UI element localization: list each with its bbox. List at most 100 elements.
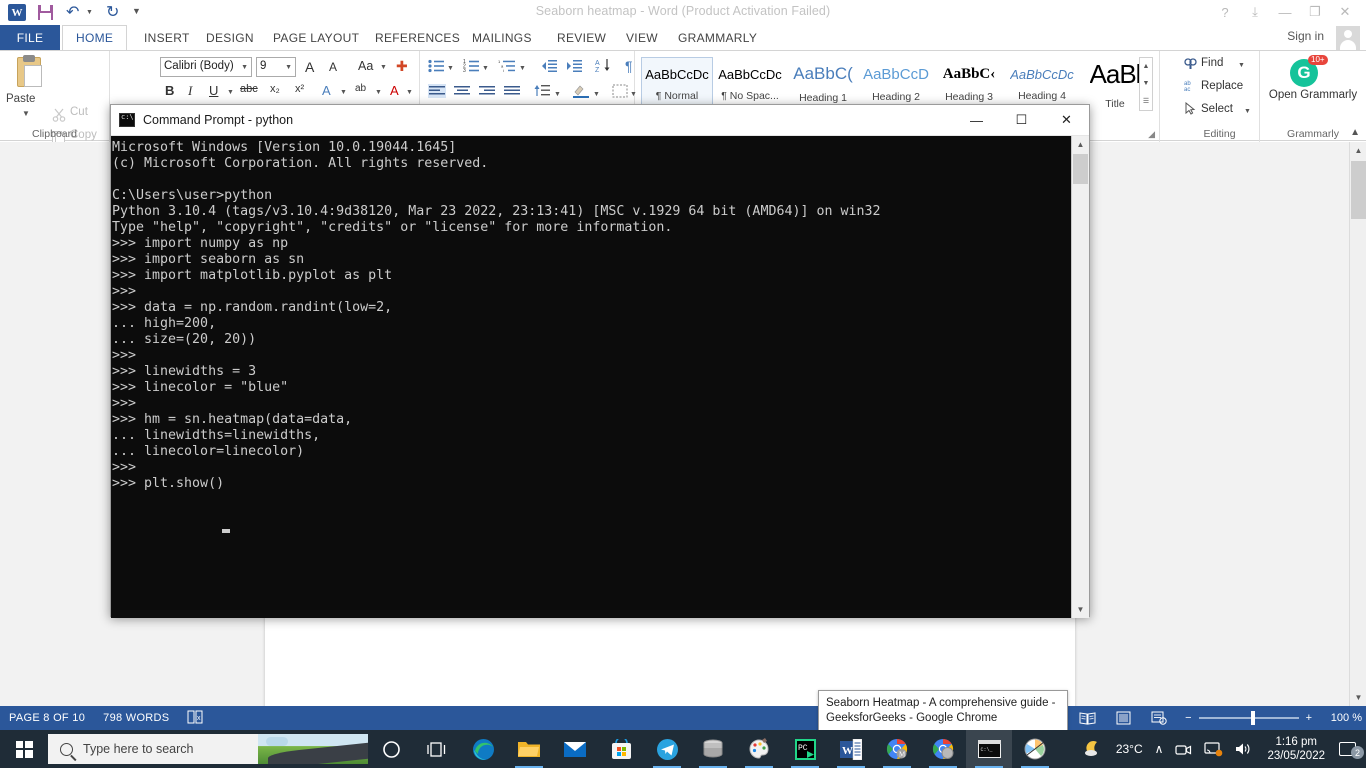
highlight-icon[interactable]: ab xyxy=(355,83,366,94)
grow-font-icon[interactable]: A xyxy=(305,59,314,75)
strikethrough-button[interactable]: abc xyxy=(240,83,258,95)
zoom-out-button[interactable]: − xyxy=(1185,712,1191,724)
sort-icon[interactable]: AZ xyxy=(595,58,611,73)
find-icon[interactable] xyxy=(1184,57,1197,70)
styles-more-icon[interactable]: ☰ xyxy=(1143,97,1149,105)
style-heading-2[interactable]: AaBbCcD Heading 2 xyxy=(860,57,932,111)
line-spacing-icon[interactable] xyxy=(533,84,551,98)
screencast-icon[interactable] xyxy=(1198,741,1229,757)
proofing-errors-icon[interactable]: x xyxy=(178,710,212,727)
paste-button[interactable]: Paste xyxy=(6,93,35,105)
tab-home[interactable]: HOME xyxy=(62,25,128,50)
chevron-down-icon[interactable]: ▼ xyxy=(241,64,248,71)
tab-references[interactable]: REFERENCES xyxy=(362,25,473,50)
clear-formatting-icon[interactable]: ✚ xyxy=(396,58,408,75)
restore-button[interactable]: ❐ xyxy=(1300,2,1330,22)
taskbar-item-matplotlib[interactable] xyxy=(1012,730,1058,768)
multilevel-list-icon[interactable]: 1 a i xyxy=(498,59,516,73)
scroll-down-icon[interactable]: ▼ xyxy=(1350,689,1366,706)
italic-button[interactable]: I xyxy=(188,83,192,99)
sign-in-link[interactable]: Sign in xyxy=(1287,29,1324,43)
show-formatting-marks-icon[interactable]: ¶ xyxy=(625,58,633,74)
minimize-button[interactable]: — xyxy=(1270,2,1300,22)
tab-review[interactable]: REVIEW xyxy=(544,25,619,50)
numbering-icon[interactable]: 1 2 3 xyxy=(463,59,479,73)
taskbar-item-microsoft-store[interactable] xyxy=(598,730,644,768)
taskbar-item-command-prompt[interactable]: C:\_ xyxy=(966,730,1012,768)
tab-insert[interactable]: INSERT xyxy=(131,25,203,50)
taskbar-item-chrome-1[interactable]: M xyxy=(874,730,920,768)
taskbar-item-telegram[interactable] xyxy=(644,730,690,768)
style-heading-3[interactable]: AaBbC‹ Heading 3 xyxy=(933,57,1005,111)
find-button[interactable]: Find xyxy=(1201,57,1223,69)
style-normal[interactable]: AaBbCcDc ¶ Normal xyxy=(641,57,713,111)
change-case-icon[interactable]: Aa xyxy=(358,59,373,73)
align-right-icon[interactable] xyxy=(478,84,496,98)
cmd-maximize-button[interactable]: ☐ xyxy=(999,105,1044,135)
help-button[interactable]: ? xyxy=(1210,2,1240,22)
volume-icon[interactable] xyxy=(1229,741,1259,757)
tab-grammarly[interactable]: GRAMMARLY xyxy=(665,25,770,50)
temperature-label[interactable]: 23°C xyxy=(1110,742,1149,756)
cmd-close-button[interactable]: ✕ xyxy=(1044,105,1089,135)
chevron-down-icon[interactable]: ▼ xyxy=(285,64,292,71)
style-heading-1[interactable]: AaBbC( Heading 1 xyxy=(787,57,859,111)
select-dropdown-icon[interactable]: ▼ xyxy=(1244,108,1256,115)
style-no-spacing[interactable]: AaBbCcDc ¶ No Spac... xyxy=(714,57,786,111)
replace-icon[interactable]: abac xyxy=(1184,79,1197,92)
command-prompt-window[interactable]: Command Prompt - python — ☐ ✕ Microsoft … xyxy=(110,104,1090,618)
action-center-button[interactable]: 2 xyxy=(1333,742,1366,759)
zoom-control[interactable]: − + xyxy=(1177,711,1320,725)
cmd-console-body[interactable]: Microsoft Windows [Version 10.0.19044.16… xyxy=(111,136,1089,618)
font-color-dropdown-icon[interactable]: ▼ xyxy=(406,89,416,96)
underline-button[interactable]: U xyxy=(209,83,218,98)
chevron-up-icon[interactable]: ▲ xyxy=(1143,63,1150,70)
taskbar-item-chrome-2[interactable] xyxy=(920,730,966,768)
tab-design[interactable]: DESIGN xyxy=(193,25,267,50)
taskbar-item-file-explorer[interactable] xyxy=(506,730,552,768)
scroll-down-icon[interactable]: ▼ xyxy=(1072,601,1089,618)
page-indicator[interactable]: PAGE 8 OF 10 xyxy=(0,712,94,724)
taskbar-item-microsoft-edge[interactable] xyxy=(460,730,506,768)
zoom-slider-thumb[interactable] xyxy=(1250,711,1255,725)
font-color-icon[interactable]: A xyxy=(390,83,399,98)
chevron-down-icon[interactable]: ▼ xyxy=(1143,80,1150,87)
style-heading-4[interactable]: AaBbCcDc Heading 4 xyxy=(1006,57,1078,111)
tab-mailings[interactable]: MAILINGS xyxy=(459,25,545,50)
open-grammarly-button[interactable]: Open Grammarly xyxy=(1260,89,1366,102)
camera-icon[interactable] xyxy=(1169,742,1198,757)
align-center-icon[interactable] xyxy=(453,84,471,98)
search-input[interactable]: Type here to search xyxy=(48,734,368,764)
show-hidden-icons-button[interactable]: ∧ xyxy=(1149,742,1170,756)
shading-icon[interactable] xyxy=(572,84,590,98)
paste-dropdown-icon[interactable]: ▼ xyxy=(22,109,30,118)
tab-file[interactable]: FILE xyxy=(0,25,60,50)
read-mode-button[interactable] xyxy=(1069,706,1105,730)
zoom-level[interactable]: 100 % xyxy=(1320,712,1362,724)
cmd-title-bar[interactable]: Command Prompt - python — ☐ ✕ xyxy=(111,105,1089,136)
taskbar-item-cortana[interactable] xyxy=(368,730,414,768)
font-name-input[interactable]: Calibri (Body) ▼ xyxy=(160,57,252,77)
clock[interactable]: 1:16 pm 23/05/2022 xyxy=(1259,735,1333,763)
weather-moon-icon[interactable] xyxy=(1078,740,1110,758)
borders-dropdown-icon[interactable]: ▼ xyxy=(630,91,637,98)
shrink-font-icon[interactable]: A xyxy=(329,60,337,74)
ribbon-display-options-button[interactable]: ⤓ xyxy=(1240,2,1270,22)
superscript-button[interactable]: x² xyxy=(295,83,304,95)
select-button[interactable]: Select xyxy=(1201,103,1233,115)
close-button[interactable]: ✕ xyxy=(1330,2,1360,22)
taskbar-item-mail[interactable] xyxy=(552,730,598,768)
cut-button[interactable]: Cut xyxy=(70,106,88,118)
subscript-button[interactable]: x₂ xyxy=(270,83,280,95)
collapse-ribbon-icon[interactable]: ▲ xyxy=(1350,127,1360,138)
taskbar-item-word[interactable]: W xyxy=(828,730,874,768)
cmd-scrollbar[interactable]: ▲ ▼ xyxy=(1071,136,1089,618)
windows-start-icon[interactable] xyxy=(0,730,48,768)
scroll-thumb[interactable] xyxy=(1351,161,1366,219)
replace-button[interactable]: Replace xyxy=(1201,80,1243,92)
tab-page-layout[interactable]: PAGE LAYOUT xyxy=(260,25,372,50)
taskbar-item-task-view[interactable] xyxy=(414,730,460,768)
taskbar-item-pycharm[interactable]: PC xyxy=(782,730,828,768)
word-count[interactable]: 798 WORDS xyxy=(94,712,178,724)
select-icon[interactable] xyxy=(1184,102,1197,115)
